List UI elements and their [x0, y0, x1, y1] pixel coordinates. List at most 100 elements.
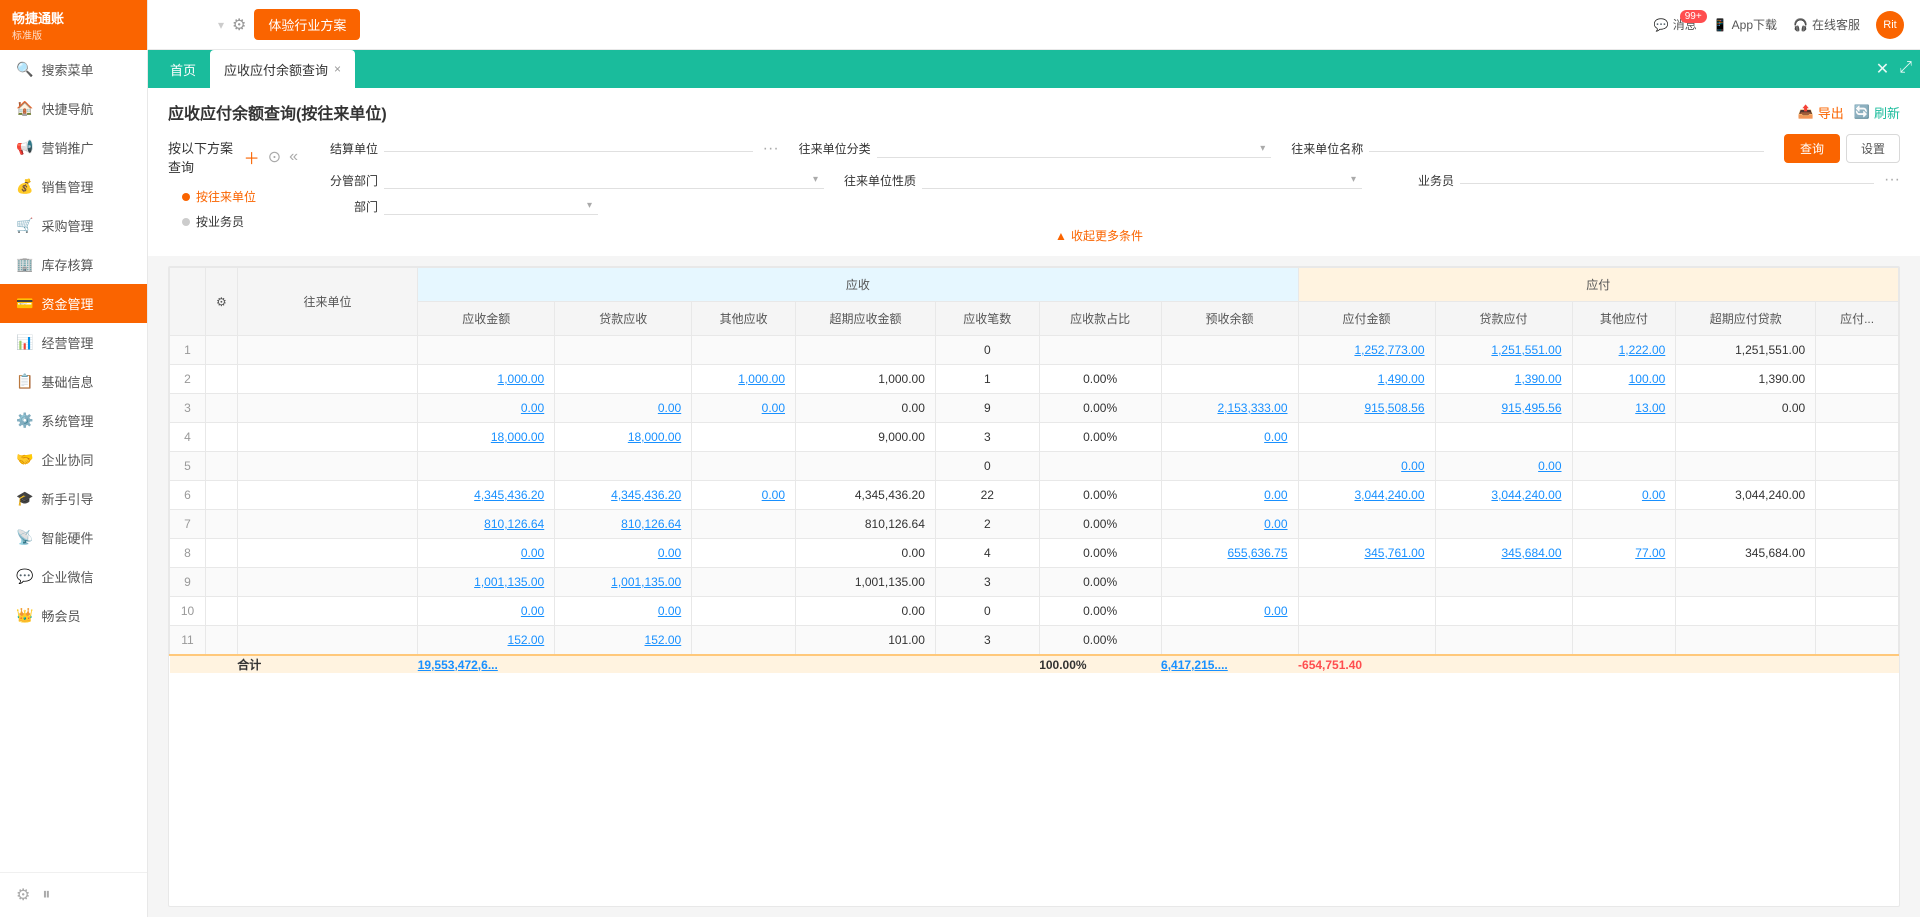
cell-pay-loan[interactable]: 1,251,551.00 — [1435, 336, 1572, 365]
cell-pay-loan[interactable]: 345,684.00 — [1435, 539, 1572, 568]
cell-pay-amount[interactable]: 0.00 — [1298, 452, 1435, 481]
collapse-btn[interactable]: ▲ 收起更多条件 — [298, 223, 1900, 248]
cell-pay-amount[interactable] — [1298, 510, 1435, 539]
nature-select[interactable]: ▾ — [922, 171, 1362, 189]
cell-pay-loan[interactable] — [1435, 568, 1572, 597]
subdept-select[interactable]: ▾ — [384, 197, 598, 215]
cell-pay-amount[interactable]: 3,044,240.00 — [1298, 481, 1435, 510]
cell-recv-loan[interactable] — [555, 452, 692, 481]
cell-pay-amount[interactable]: 1,252,773.00 — [1298, 336, 1435, 365]
category-select[interactable]: ▾ — [877, 140, 1272, 158]
refresh-btn[interactable]: 🔄 刷新 — [1854, 103, 1900, 122]
sidebar-item-quicknav[interactable]: 🏠 快捷导航 — [0, 89, 147, 128]
cell-pay-other[interactable] — [1572, 423, 1676, 452]
cell-recv-loan[interactable]: 152.00 — [555, 626, 692, 656]
cell-pay-amount[interactable]: 345,761.00 — [1298, 539, 1435, 568]
cell-pay-loan[interactable] — [1435, 597, 1572, 626]
settings-btn[interactable]: 设置 — [1846, 134, 1900, 163]
sidebar-item-operations[interactable]: 📊 经营管理 — [0, 323, 147, 362]
cell-recv-loan[interactable] — [555, 336, 692, 365]
salesperson-input[interactable] — [1460, 177, 1874, 184]
cell-recv-loan[interactable]: 0.00 — [555, 539, 692, 568]
export-btn[interactable]: 📤 导出 — [1798, 103, 1844, 122]
cell-recv-amount[interactable] — [418, 452, 555, 481]
cell-pay-other[interactable]: 1,222.00 — [1572, 336, 1676, 365]
cell-recv-prepay[interactable]: 0.00 — [1161, 510, 1298, 539]
cell-pay-loan[interactable] — [1435, 510, 1572, 539]
cell-recv-other[interactable]: 1,000.00 — [692, 365, 796, 394]
cell-pay-other[interactable] — [1572, 452, 1676, 481]
cell-recv-prepay[interactable] — [1161, 336, 1298, 365]
sidebar-item-hardware[interactable]: 📡 智能硬件 — [0, 518, 147, 557]
table-settings-icon[interactable]: ⚙ — [216, 295, 227, 309]
cell-recv-prepay[interactable]: 2,153,333.00 — [1161, 394, 1298, 423]
sidebar-item-collab[interactable]: 🤝 企业协同 — [0, 440, 147, 479]
cell-pay-other[interactable]: 77.00 — [1572, 539, 1676, 568]
footer-recv-amount[interactable]: 19,553,472,6... — [418, 655, 555, 673]
cell-recv-other[interactable] — [692, 452, 796, 481]
cell-recv-loan[interactable]: 4,345,436.20 — [555, 481, 692, 510]
cell-pay-loan[interactable] — [1435, 423, 1572, 452]
cell-recv-prepay[interactable] — [1161, 626, 1298, 656]
table-wrapper[interactable]: ⚙ 往来单位 应收 应付 应收金额 贷款应收 其他应收 超期应收金额 — [168, 266, 1900, 907]
cell-recv-loan[interactable]: 0.00 — [555, 597, 692, 626]
cell-recv-amount[interactable]: 4,345,436.20 — [418, 481, 555, 510]
cell-recv-other[interactable]: 0.00 — [692, 394, 796, 423]
cell-pay-amount[interactable] — [1298, 597, 1435, 626]
cell-recv-amount[interactable]: 1,000.00 — [418, 365, 555, 394]
cell-recv-prepay[interactable]: 655,636.75 — [1161, 539, 1298, 568]
cell-recv-amount[interactable]: 152.00 — [418, 626, 555, 656]
cell-pay-other[interactable]: 100.00 — [1572, 365, 1676, 394]
cell-pay-amount[interactable]: 1,490.00 — [1298, 365, 1435, 394]
cell-pay-loan[interactable] — [1435, 626, 1572, 656]
tab-receivable[interactable]: 应收应付余额查询 × — [210, 50, 355, 88]
sidebar-item-search[interactable]: 🔍 搜索菜单 — [0, 50, 147, 89]
cell-recv-other[interactable] — [692, 423, 796, 452]
tab-home[interactable]: 首页 — [156, 50, 210, 88]
cell-recv-amount[interactable]: 18,000.00 — [418, 423, 555, 452]
cell-recv-other[interactable] — [692, 336, 796, 365]
cell-recv-other[interactable] — [692, 510, 796, 539]
partner-name-input[interactable] — [1369, 145, 1764, 152]
cell-recv-other[interactable] — [692, 626, 796, 656]
industry-btn[interactable]: 体验行业方案 — [254, 9, 360, 40]
cell-pay-other[interactable] — [1572, 510, 1676, 539]
cell-recv-amount[interactable]: 0.00 — [418, 597, 555, 626]
cell-recv-prepay[interactable]: 0.00 — [1161, 423, 1298, 452]
sidebar-item-basicinfo[interactable]: 📋 基础信息 — [0, 362, 147, 401]
cell-pay-loan[interactable]: 3,044,240.00 — [1435, 481, 1572, 510]
cell-pay-loan[interactable]: 1,390.00 — [1435, 365, 1572, 394]
query-btn[interactable]: 查询 — [1784, 134, 1840, 163]
user-avatar[interactable]: Rit — [1876, 11, 1904, 39]
salesperson-dots-icon[interactable]: ··· — [1884, 171, 1900, 189]
cell-recv-other[interactable]: 0.00 — [692, 481, 796, 510]
sidebar-item-wechat[interactable]: 💬 企业微信 — [0, 557, 147, 596]
cell-pay-amount[interactable] — [1298, 568, 1435, 597]
th-settings[interactable]: ⚙ — [206, 268, 238, 336]
cell-recv-loan[interactable]: 810,126.64 — [555, 510, 692, 539]
sidebar-item-purchase[interactable]: 🛒 采购管理 — [0, 206, 147, 245]
cell-pay-amount[interactable] — [1298, 423, 1435, 452]
gear-icon[interactable]: ⚙ — [232, 15, 246, 35]
settlement-input[interactable] — [384, 145, 753, 152]
cell-recv-prepay[interactable] — [1161, 365, 1298, 394]
collapse-icon[interactable]: ⏸ — [42, 886, 50, 904]
cell-pay-amount[interactable] — [1298, 626, 1435, 656]
tab-close-all-icon[interactable]: ✕ — [1876, 59, 1889, 79]
cell-recv-other[interactable] — [692, 597, 796, 626]
footer-recv-prepay[interactable]: 6,417,215.... — [1161, 655, 1298, 673]
tab-maximize-icon[interactable]: ⤢ — [1899, 59, 1912, 79]
filter-option-by-staff[interactable]: 按业务员 — [176, 211, 298, 232]
sidebar-item-sales[interactable]: 💰 销售管理 — [0, 167, 147, 206]
settlement-dots-icon[interactable]: ··· — [763, 140, 779, 158]
cell-recv-prepay[interactable]: 0.00 — [1161, 597, 1298, 626]
cell-recv-other[interactable] — [692, 568, 796, 597]
tab-close-icon[interactable]: × — [334, 62, 341, 76]
cell-pay-other[interactable] — [1572, 568, 1676, 597]
cell-recv-prepay[interactable] — [1161, 568, 1298, 597]
sidebar-item-member[interactable]: 👑 畅会员 — [0, 596, 147, 635]
sidebar-item-inventory[interactable]: 🏢 库存核算 — [0, 245, 147, 284]
sidebar-item-guide[interactable]: 🎓 新手引导 — [0, 479, 147, 518]
cell-pay-other[interactable] — [1572, 626, 1676, 656]
filter-add-btn[interactable]: ＋ — [244, 145, 260, 169]
